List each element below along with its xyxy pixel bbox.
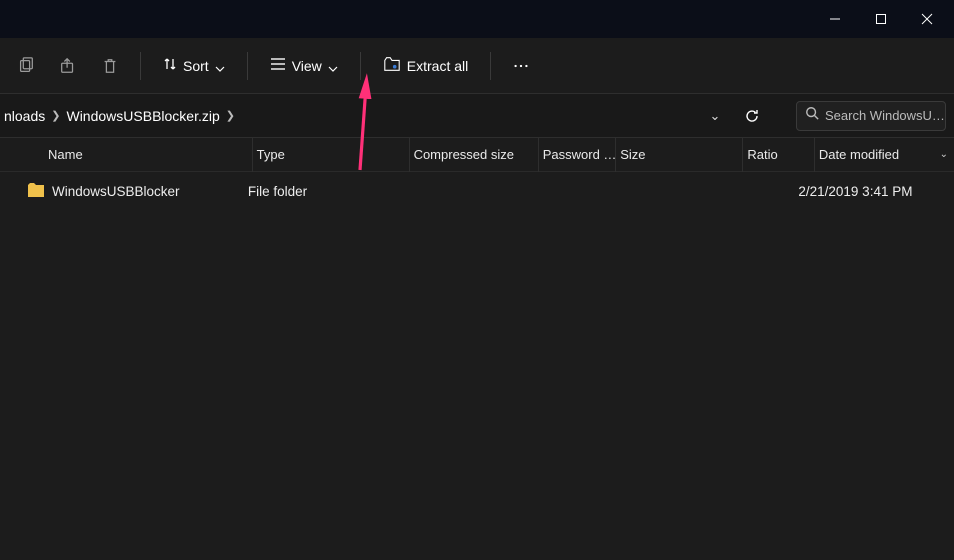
file-name: WindowsUSBBlocker bbox=[52, 184, 180, 199]
sort-icon bbox=[163, 57, 177, 74]
folder-icon bbox=[28, 183, 44, 200]
chevron-right-icon: ❯ bbox=[226, 109, 235, 122]
chevron-right-icon: ❯ bbox=[51, 109, 60, 122]
breadcrumb-item[interactable]: nloads bbox=[4, 108, 45, 124]
column-header-ratio[interactable]: Ratio bbox=[743, 138, 815, 172]
breadcrumb-item[interactable]: WindowsUSBBlocker.zip bbox=[66, 108, 219, 124]
separator bbox=[247, 52, 248, 80]
column-header-size[interactable]: Size bbox=[616, 138, 743, 172]
file-list: WindowsUSBBlocker File folder 2/21/2019 … bbox=[0, 172, 954, 204]
refresh-button[interactable] bbox=[736, 100, 768, 132]
column-header-date-modified[interactable]: Date modified⌄ bbox=[815, 138, 954, 172]
view-label: View bbox=[292, 58, 322, 74]
toolbar: Sort View Extract all bbox=[0, 38, 954, 94]
separator bbox=[140, 52, 141, 80]
delete-icon[interactable] bbox=[92, 48, 128, 84]
copy-icon[interactable] bbox=[8, 48, 44, 84]
title-bar bbox=[0, 0, 954, 38]
maximize-button[interactable] bbox=[858, 3, 904, 35]
sort-button[interactable]: Sort bbox=[153, 48, 235, 84]
extract-all-button[interactable]: Extract all bbox=[373, 48, 478, 84]
column-header-row: Name Type Compressed size Password … Siz… bbox=[0, 138, 954, 172]
close-button[interactable] bbox=[904, 3, 950, 35]
address-dropdown-icon[interactable]: ⌄ bbox=[704, 108, 726, 124]
chevron-down-icon bbox=[328, 61, 338, 71]
separator bbox=[360, 52, 361, 80]
share-icon[interactable] bbox=[50, 48, 86, 84]
view-button[interactable]: View bbox=[260, 48, 348, 84]
sort-indicator-icon: ⌄ bbox=[940, 149, 948, 160]
column-header-name[interactable]: Name bbox=[44, 138, 253, 172]
search-icon bbox=[805, 106, 819, 125]
sort-label: Sort bbox=[183, 58, 209, 74]
search-box[interactable] bbox=[796, 101, 946, 131]
more-icon[interactable] bbox=[503, 48, 539, 84]
file-type: File folder bbox=[248, 184, 402, 199]
column-header-password[interactable]: Password … bbox=[539, 138, 617, 172]
table-row[interactable]: WindowsUSBBlocker File folder 2/21/2019 … bbox=[28, 178, 954, 204]
view-icon bbox=[270, 57, 286, 74]
separator bbox=[490, 52, 491, 80]
minimize-button[interactable] bbox=[812, 3, 858, 35]
column-header-compressed-size[interactable]: Compressed size bbox=[410, 138, 539, 172]
file-date-modified: 2/21/2019 3:41 PM bbox=[798, 184, 954, 199]
breadcrumb[interactable]: nloads ❯ WindowsUSBBlocker.zip ❯ bbox=[4, 108, 235, 124]
chevron-down-icon bbox=[215, 61, 225, 71]
search-input[interactable] bbox=[825, 108, 954, 123]
extract-all-label: Extract all bbox=[407, 58, 468, 74]
address-bar: nloads ❯ WindowsUSBBlocker.zip ❯ ⌄ bbox=[0, 94, 954, 138]
column-header-type[interactable]: Type bbox=[253, 138, 410, 172]
extract-icon bbox=[383, 55, 401, 76]
